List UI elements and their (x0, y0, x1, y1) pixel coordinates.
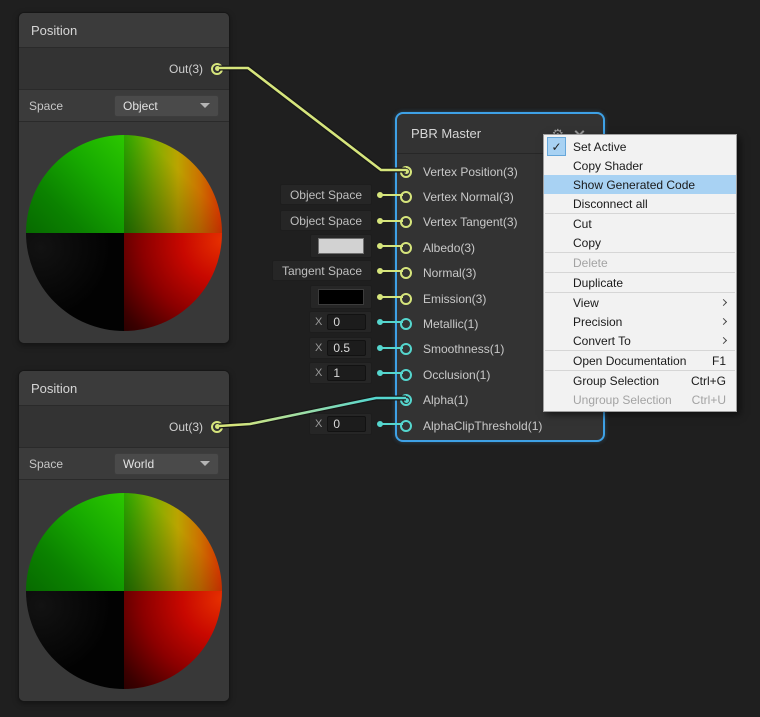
alphaclipthreshold-default-field[interactable]: X 0 (309, 413, 372, 435)
shortcut-label: Ctrl+U (691, 392, 726, 407)
input-port[interactable] (400, 292, 412, 305)
space-label: Space (29, 456, 64, 471)
input-port[interactable] (400, 241, 412, 254)
input-port[interactable] (400, 191, 412, 204)
menu-item-precision[interactable]: Precision (544, 312, 736, 331)
chevron-down-icon (200, 103, 210, 108)
menu-item-set-active[interactable]: ✓ Set Active (544, 137, 736, 156)
submenu-arrow-icon (719, 336, 728, 345)
input-port[interactable] (400, 394, 412, 407)
node-title: Position (19, 371, 229, 405)
menu-item-convert-to[interactable]: Convert To (544, 331, 736, 350)
menu-item-disconnect-all[interactable]: Disconnect all (544, 194, 736, 213)
input-port[interactable] (400, 165, 412, 178)
smoothness-default-field[interactable]: X 0.5 (309, 337, 372, 359)
out-port[interactable] (211, 420, 223, 433)
menu-item-copy-shader[interactable]: Copy Shader (544, 156, 736, 175)
node-preview (19, 479, 229, 701)
input-port[interactable] (400, 267, 412, 280)
position-preview-sphere (26, 492, 222, 689)
position-node-world[interactable]: Position Out(3) Space World (18, 370, 230, 702)
menu-item-view[interactable]: View (544, 293, 736, 312)
node-title-label: Position (31, 380, 78, 396)
submenu-arrow-icon (719, 298, 728, 307)
menu-item-show-generated-code[interactable]: Show Generated Code (544, 175, 736, 194)
input-port[interactable] (400, 343, 412, 356)
out-port-label: Out(3) (168, 419, 203, 434)
node-title: Position (19, 13, 229, 47)
context-menu: ✓ Set Active Copy Shader Show Generated … (543, 134, 737, 412)
menu-item-delete: Delete (573, 255, 608, 270)
input-port[interactable] (400, 216, 412, 229)
menu-item-open-documentation[interactable]: Open Documentation F1 (544, 351, 736, 370)
shader-graph-canvas[interactable]: Position Out(3) Space Object Position Ou… (0, 0, 760, 717)
submenu-arrow-icon (719, 317, 728, 326)
node-title-label: Position (31, 22, 78, 38)
space-dropdown-value: World (123, 456, 155, 471)
space-dropdown[interactable]: World (114, 452, 219, 475)
menu-item-ungroup-selection: Ungroup Selection Ctrl+U (573, 392, 726, 407)
emission-color-swatch[interactable] (310, 285, 372, 309)
out-port-label: Out(3) (168, 61, 203, 76)
menu-item-cut[interactable]: Cut (544, 214, 736, 233)
out-port[interactable] (211, 62, 223, 75)
position-node-object[interactable]: Position Out(3) Space Object (18, 12, 230, 344)
menu-item-duplicate[interactable]: Duplicate (544, 273, 736, 292)
menu-item-group-selection[interactable]: Group Selection Ctrl+G (544, 371, 736, 390)
chevron-down-icon (200, 461, 210, 466)
space-dropdown[interactable]: Object (114, 94, 219, 117)
shortcut-label: Ctrl+G (690, 373, 726, 388)
position-preview-sphere (26, 134, 222, 331)
shortcut-label: F1 (711, 353, 726, 368)
albedo-color-swatch[interactable] (310, 234, 372, 258)
checkmark-icon: ✓ (547, 137, 566, 156)
vertex-tangent-default-chip: Object Space (279, 210, 372, 231)
space-label: Space (29, 98, 64, 113)
normal-default-chip: Tangent Space (271, 260, 372, 281)
port-row-alphaclipthreshold: AlphaClipThreshold(1) (397, 413, 603, 438)
menu-item-copy[interactable]: Copy (544, 233, 736, 252)
occlusion-default-field[interactable]: X 1 (309, 362, 372, 384)
input-port[interactable] (400, 419, 412, 432)
input-port[interactable] (400, 318, 412, 331)
input-port[interactable] (400, 368, 412, 381)
pbr-title-label: PBR Master (411, 126, 482, 141)
metallic-default-field[interactable]: X 0 (309, 311, 372, 333)
vertex-normal-default-chip: Object Space (279, 184, 372, 205)
space-dropdown-value: Object (123, 98, 158, 113)
node-preview (19, 121, 229, 343)
